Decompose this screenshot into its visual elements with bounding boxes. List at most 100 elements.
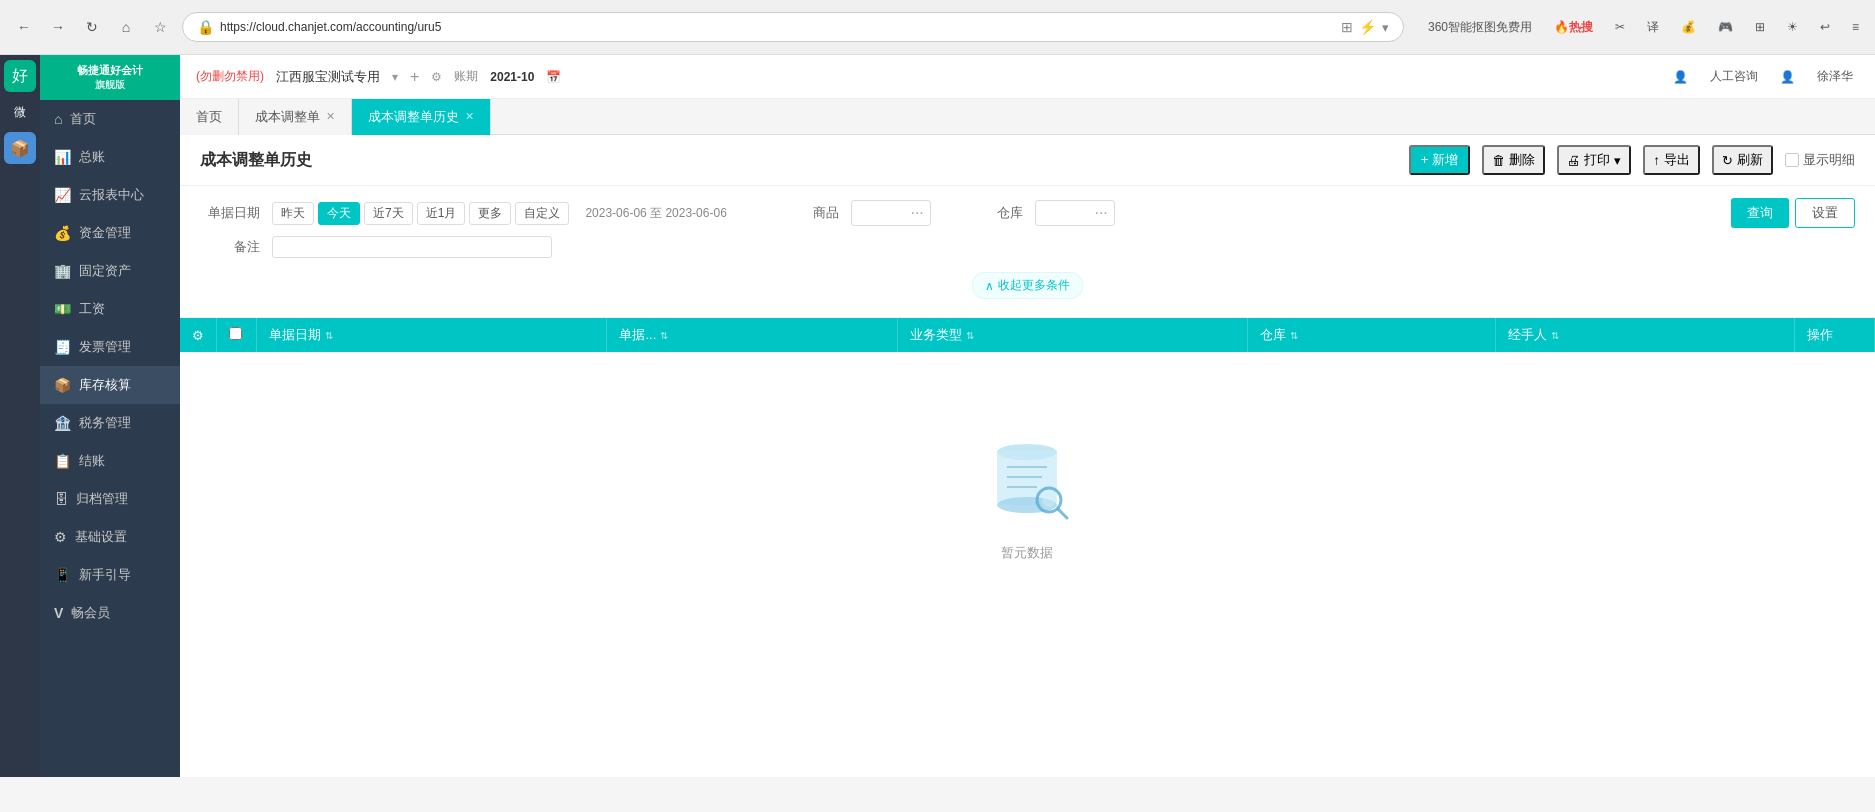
reports-icon: 📈 <box>54 187 71 203</box>
warehouse-select[interactable]: ··· <box>1035 200 1115 226</box>
coins-btn[interactable]: 💰 <box>1675 18 1702 36</box>
th-biz-type-sort-icon[interactable]: ⇅ <box>966 330 974 341</box>
browser-chrome: ← → ↻ ⌂ ☆ 🔒 https://cloud.chanjet.com/ac… <box>0 0 1875 55</box>
sidebar-icon-active[interactable]: 📦 <box>4 132 36 164</box>
sidebar-item-home[interactable]: ⌂ 首页 <box>40 100 180 138</box>
print-button[interactable]: 🖨 打印 ▾ <box>1557 145 1631 175</box>
sidebar-item-tax[interactable]: 🏦 税务管理 <box>40 404 180 442</box>
sidebar-item-ledger[interactable]: 📊 总账 <box>40 138 180 176</box>
select-all-checkbox[interactable] <box>229 327 242 340</box>
refresh-button[interactable]: ↻ 刷新 <box>1712 145 1773 175</box>
game-btn[interactable]: 🎮 <box>1712 18 1739 36</box>
date-btn-more[interactable]: 更多 <box>469 202 511 225</box>
show-cols-checkbox[interactable] <box>1785 153 1799 167</box>
smart-cutout-btn[interactable]: 360智能抠图免费用 <box>1422 17 1538 38</box>
tab-cost-adjust-history-close[interactable]: ✕ <box>465 110 474 123</box>
th-biz-type[interactable]: 业务类型 ⇅ <box>897 318 1247 352</box>
tab-home-label: 首页 <box>196 108 222 126</box>
date-btn-today[interactable]: 今天 <box>318 202 360 225</box>
undo-btn[interactable]: ↩ <box>1814 18 1836 36</box>
consult-button[interactable]: 人工咨询 <box>1704 66 1764 87</box>
hot-search-btn[interactable]: 🔥热搜 <box>1548 17 1599 38</box>
collapse-icon: ∧ <box>985 279 994 293</box>
tab-cost-adjust-close[interactable]: ✕ <box>326 110 335 123</box>
member-icon: V <box>54 605 63 621</box>
collapse-button[interactable]: ∧ 收起更多条件 <box>972 272 1083 299</box>
remark-input[interactable] <box>272 236 552 258</box>
date-btn-yesterday[interactable]: 昨天 <box>272 202 314 225</box>
forward-button[interactable]: → <box>44 13 72 41</box>
date-btn-1month[interactable]: 近1月 <box>417 202 466 225</box>
sidebar-item-guide[interactable]: 📱 新手引导 <box>40 556 180 594</box>
collapse-row: ∧ 收起更多条件 <box>200 266 1855 305</box>
refresh-button[interactable]: ↻ <box>78 13 106 41</box>
translate-btn[interactable]: 译 <box>1641 17 1665 38</box>
user-avatar-icon: 👤 <box>1780 70 1795 84</box>
salary-icon: 💵 <box>54 301 71 317</box>
tax-icon: 🏦 <box>54 415 71 431</box>
scissors-btn[interactable]: ✂ <box>1609 18 1631 36</box>
print-label: 打印 <box>1584 151 1610 169</box>
table-header-row: ⚙ 单据日期 ⇅ 单据... ⇅ 业务类型 <box>180 318 1875 352</box>
star-button[interactable]: ☆ <box>146 13 174 41</box>
grid-btn[interactable]: ⊞ <box>1749 18 1771 36</box>
menu-btn[interactable]: ≡ <box>1846 18 1865 36</box>
sidebar-item-settings[interactable]: ⚙ 基础设置 <box>40 518 180 556</box>
sidebar-item-salary[interactable]: 💵 工资 <box>40 290 180 328</box>
warehouse-more-dots[interactable]: ··· <box>1094 204 1107 222</box>
goods-select[interactable]: ··· <box>851 200 931 226</box>
dropdown-icon[interactable]: ▾ <box>392 70 398 84</box>
address-bar[interactable]: 🔒 https://cloud.chanjet.com/accounting/u… <box>182 12 1404 42</box>
th-warehouse[interactable]: 仓库 ⇅ <box>1248 318 1496 352</box>
user-name-button[interactable]: 徐泽华 <box>1811 66 1859 87</box>
sidebar-item-archive[interactable]: 🗄 归档管理 <box>40 480 180 518</box>
browser-chevron-icon[interactable]: ▾ <box>1382 20 1389 35</box>
sidebar-item-inventory[interactable]: 📦 库存核算 <box>40 366 180 404</box>
guide-icon: 📱 <box>54 567 71 583</box>
th-checkbox[interactable] <box>217 318 257 352</box>
sidebar-item-funds[interactable]: 💰 资金管理 <box>40 214 180 252</box>
sidebar-item-invoice[interactable]: 🧾 发票管理 <box>40 328 180 366</box>
sidebar-item-member[interactable]: V 畅会员 <box>40 594 180 632</box>
th-number[interactable]: 单据... ⇅ <box>607 318 897 352</box>
settings-gear-icon[interactable]: ⚙ <box>431 70 442 84</box>
th-gear[interactable]: ⚙ <box>180 318 217 352</box>
goods-more-dots[interactable]: ··· <box>910 204 923 222</box>
add-icon[interactable]: + <box>410 68 419 86</box>
show-cols-toggle[interactable]: 显示明细 <box>1785 151 1855 169</box>
remark-label: 备注 <box>200 238 260 256</box>
tab-cost-adjust-label: 成本调整单 <box>255 108 320 126</box>
tab-home[interactable]: 首页 <box>180 99 239 135</box>
sidebar-item-label-closing: 结账 <box>79 452 105 470</box>
export-label: 导出 <box>1664 151 1690 169</box>
th-warehouse-sort-icon[interactable]: ⇅ <box>1290 330 1298 341</box>
home-button[interactable]: ⌂ <box>112 13 140 41</box>
delete-button[interactable]: 🗑 删除 <box>1482 145 1545 175</box>
export-button[interactable]: ↑ 导出 <box>1643 145 1700 175</box>
filter-settings-button[interactable]: 设置 <box>1795 198 1855 228</box>
date-btn-custom[interactable]: 自定义 <box>515 202 569 225</box>
print-chevron-icon[interactable]: ▾ <box>1614 153 1621 168</box>
brightness-btn[interactable]: ☀ <box>1781 18 1804 36</box>
consult-icon: 👤 <box>1673 70 1688 84</box>
tab-cost-adjust[interactable]: 成本调整单 ✕ <box>239 99 352 135</box>
sidebar-item-reports[interactable]: 📈 云报表中心 <box>40 176 180 214</box>
period-value: 2021-10 <box>490 70 534 84</box>
sidebar-item-closing[interactable]: 📋 结账 <box>40 442 180 480</box>
th-date[interactable]: 单据日期 ⇅ <box>257 318 607 352</box>
calendar-icon[interactable]: 📅 <box>546 70 561 84</box>
date-btn-7days[interactable]: 近7天 <box>364 202 413 225</box>
new-button[interactable]: + 新增 <box>1409 145 1471 175</box>
th-handler-sort-icon[interactable]: ⇅ <box>1551 330 1559 341</box>
data-table: ⚙ 单据日期 ⇅ 单据... ⇅ 业务类型 <box>180 318 1875 642</box>
sidebar-item-assets[interactable]: 🏢 固定资产 <box>40 252 180 290</box>
back-button[interactable]: ← <box>10 13 38 41</box>
th-handler[interactable]: 经手人 ⇅ <box>1495 318 1794 352</box>
sidebar-icon-weibo[interactable]: 微 <box>4 96 36 128</box>
th-date-sort-icon[interactable]: ⇅ <box>325 330 333 341</box>
tab-cost-adjust-history[interactable]: 成本调整单历史 ✕ <box>352 99 491 135</box>
delete-label: 删除 <box>1509 151 1535 169</box>
query-button[interactable]: 查询 <box>1731 198 1789 228</box>
th-number-sort-icon[interactable]: ⇅ <box>660 330 668 341</box>
browser-grid-icon: ⊞ <box>1341 19 1353 35</box>
